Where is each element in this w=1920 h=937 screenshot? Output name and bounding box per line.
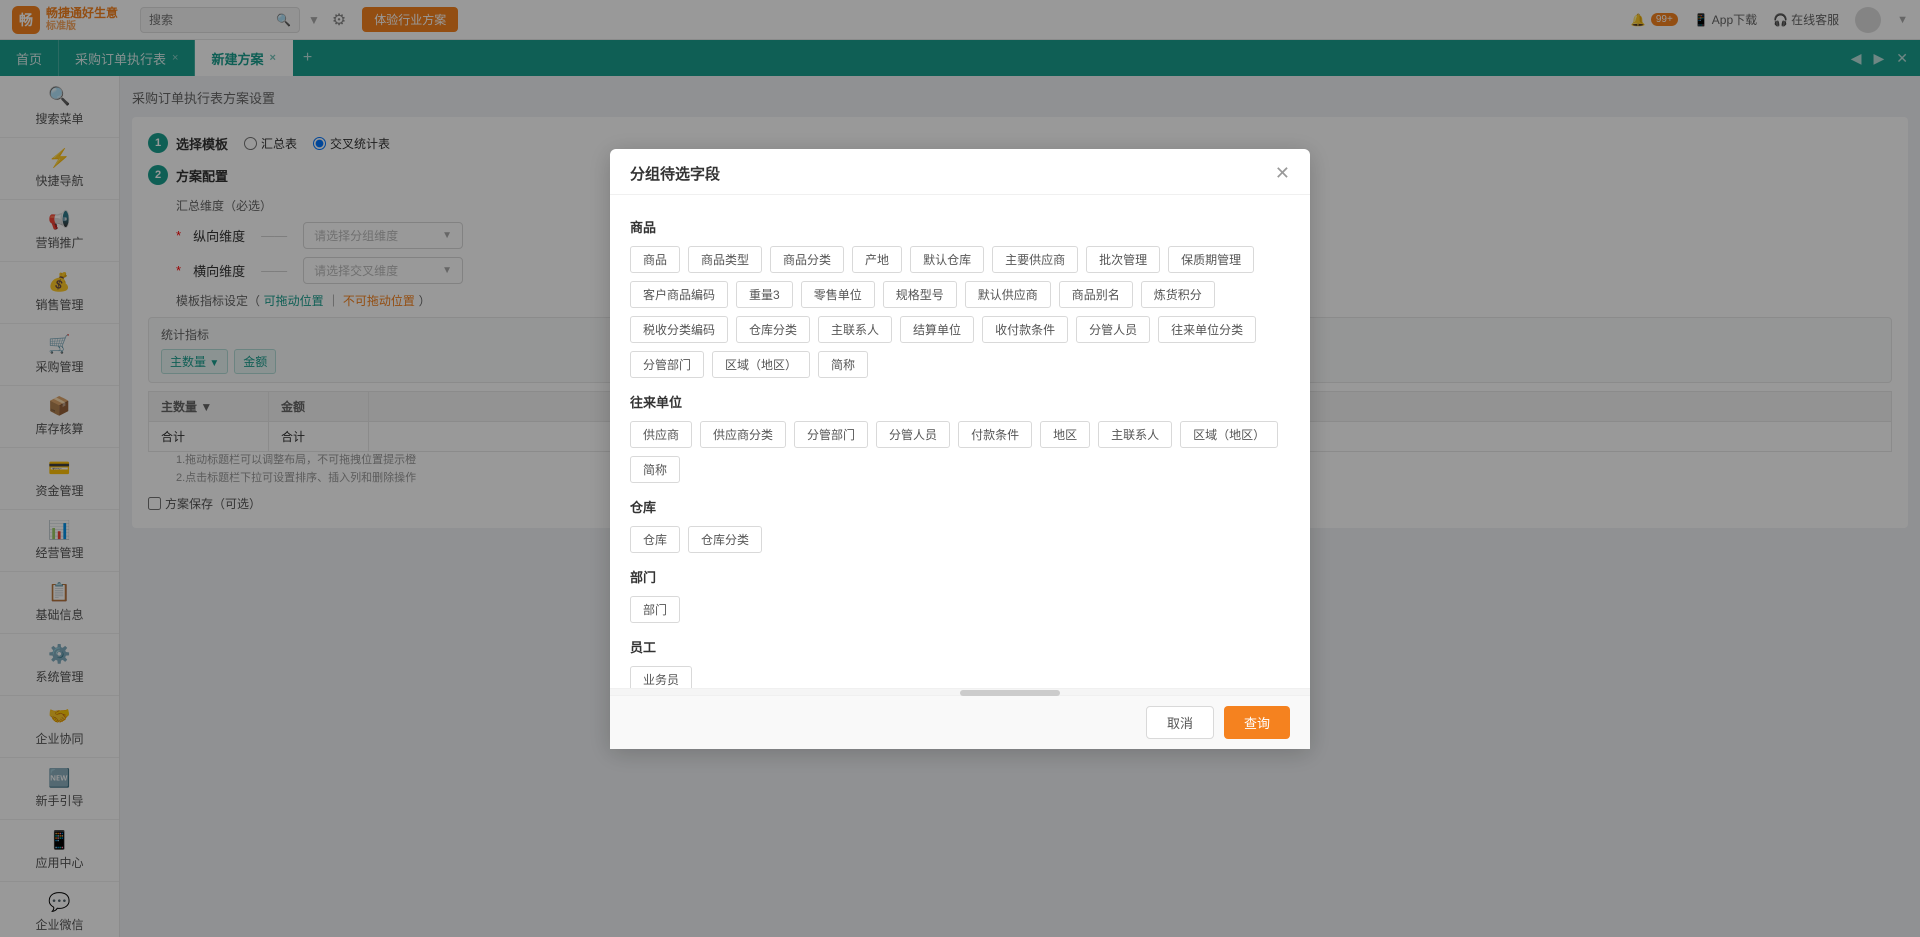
chip-goods[interactable]: 商品 — [630, 246, 680, 273]
cancel-button[interactable]: 取消 — [1146, 706, 1214, 739]
chip-goods-type[interactable]: 商品类型 — [688, 246, 762, 273]
chip-unit-category[interactable]: 往来单位分类 — [1158, 316, 1256, 343]
section-goods-chips: 商品 商品类型 商品分类 产地 默认仓库 主要供应商 批次管理 保质期管理 客户… — [630, 246, 1290, 378]
chip-main-supplier[interactable]: 主要供应商 — [992, 246, 1078, 273]
chip-customer-code[interactable]: 客户商品编码 — [630, 281, 728, 308]
chip-origin[interactable]: 产地 — [852, 246, 902, 273]
chip-dept[interactable]: 分管部门 — [630, 351, 704, 378]
modal-hscroll[interactable] — [610, 688, 1310, 694]
modal-header: 分组待选字段 ✕ — [610, 149, 1310, 195]
chip-refine-points[interactable]: 炼货积分 — [1141, 281, 1215, 308]
section-partner-chips: 供应商 供应商分类 分管部门 分管人员 付款条件 地区 主联系人 区域（地区） … — [630, 421, 1290, 483]
section-dept-title: 部门 — [630, 567, 1290, 586]
chip-manager[interactable]: 分管人员 — [1076, 316, 1150, 343]
chip-supplier-category[interactable]: 供应商分类 — [700, 421, 786, 448]
section-employee-title: 员工 — [630, 637, 1290, 656]
chip-partner-short[interactable]: 简称 — [630, 456, 680, 483]
section-dept-chips: 部门 — [630, 596, 1290, 623]
chip-payment-terms[interactable]: 收付款条件 — [982, 316, 1068, 343]
chip-main-contact[interactable]: 主联系人 — [818, 316, 892, 343]
chip-weight3[interactable]: 重量3 — [736, 281, 793, 308]
chip-area[interactable]: 地区 — [1040, 421, 1090, 448]
chip-warehouse-category[interactable]: 仓库分类 — [736, 316, 810, 343]
chip-supplier[interactable]: 供应商 — [630, 421, 692, 448]
chip-expiry-mgmt[interactable]: 保质期管理 — [1168, 246, 1254, 273]
modal-close-btn[interactable]: ✕ — [1275, 163, 1290, 184]
chip-short-name[interactable]: 简称 — [818, 351, 868, 378]
chip-default-warehouse[interactable]: 默认仓库 — [910, 246, 984, 273]
section-warehouse-title: 仓库 — [630, 497, 1290, 516]
section-employee-chips: 业务员 — [630, 666, 1290, 689]
chip-goods-alias[interactable]: 商品别名 — [1059, 281, 1133, 308]
modal-overlay: 分组待选字段 ✕ 商品 商品 商品类型 商品分类 产地 默认仓库 主要供应商 批… — [0, 0, 1920, 937]
chip-partner-region[interactable]: 区域（地区） — [1180, 421, 1278, 448]
chip-region[interactable]: 区域（地区） — [712, 351, 810, 378]
chip-goods-category[interactable]: 商品分类 — [770, 246, 844, 273]
chip-retail-unit[interactable]: 零售单位 — [801, 281, 875, 308]
modal-title: 分组待选字段 — [630, 163, 720, 184]
chip-salesperson[interactable]: 业务员 — [630, 666, 692, 689]
chip-spec-model[interactable]: 规格型号 — [883, 281, 957, 308]
modal-hscroll-thumb — [960, 690, 1060, 696]
chip-payment-condition[interactable]: 付款条件 — [958, 421, 1032, 448]
chip-default-supplier[interactable]: 默认供应商 — [965, 281, 1051, 308]
chip-tax-code[interactable]: 税收分类编码 — [630, 316, 728, 343]
modal-footer: 取消 查询 — [610, 695, 1310, 749]
chip-partner-manager[interactable]: 分管人员 — [876, 421, 950, 448]
chip-batch-mgmt[interactable]: 批次管理 — [1086, 246, 1160, 273]
chip-warehouse[interactable]: 仓库 — [630, 526, 680, 553]
section-warehouse-chips: 仓库 仓库分类 — [630, 526, 1290, 553]
chip-partner-contact[interactable]: 主联系人 — [1098, 421, 1172, 448]
chip-department[interactable]: 部门 — [630, 596, 680, 623]
section-goods-title: 商品 — [630, 217, 1290, 236]
modal: 分组待选字段 ✕ 商品 商品 商品类型 商品分类 产地 默认仓库 主要供应商 批… — [610, 149, 1310, 749]
modal-body: 商品 商品 商品类型 商品分类 产地 默认仓库 主要供应商 批次管理 保质期管理… — [610, 195, 1310, 689]
chip-partner-dept[interactable]: 分管部门 — [794, 421, 868, 448]
chip-settlement-unit[interactable]: 结算单位 — [900, 316, 974, 343]
chip-warehouse-cat[interactable]: 仓库分类 — [688, 526, 762, 553]
confirm-button[interactable]: 查询 — [1224, 706, 1290, 739]
section-partner-title: 往来单位 — [630, 392, 1290, 411]
